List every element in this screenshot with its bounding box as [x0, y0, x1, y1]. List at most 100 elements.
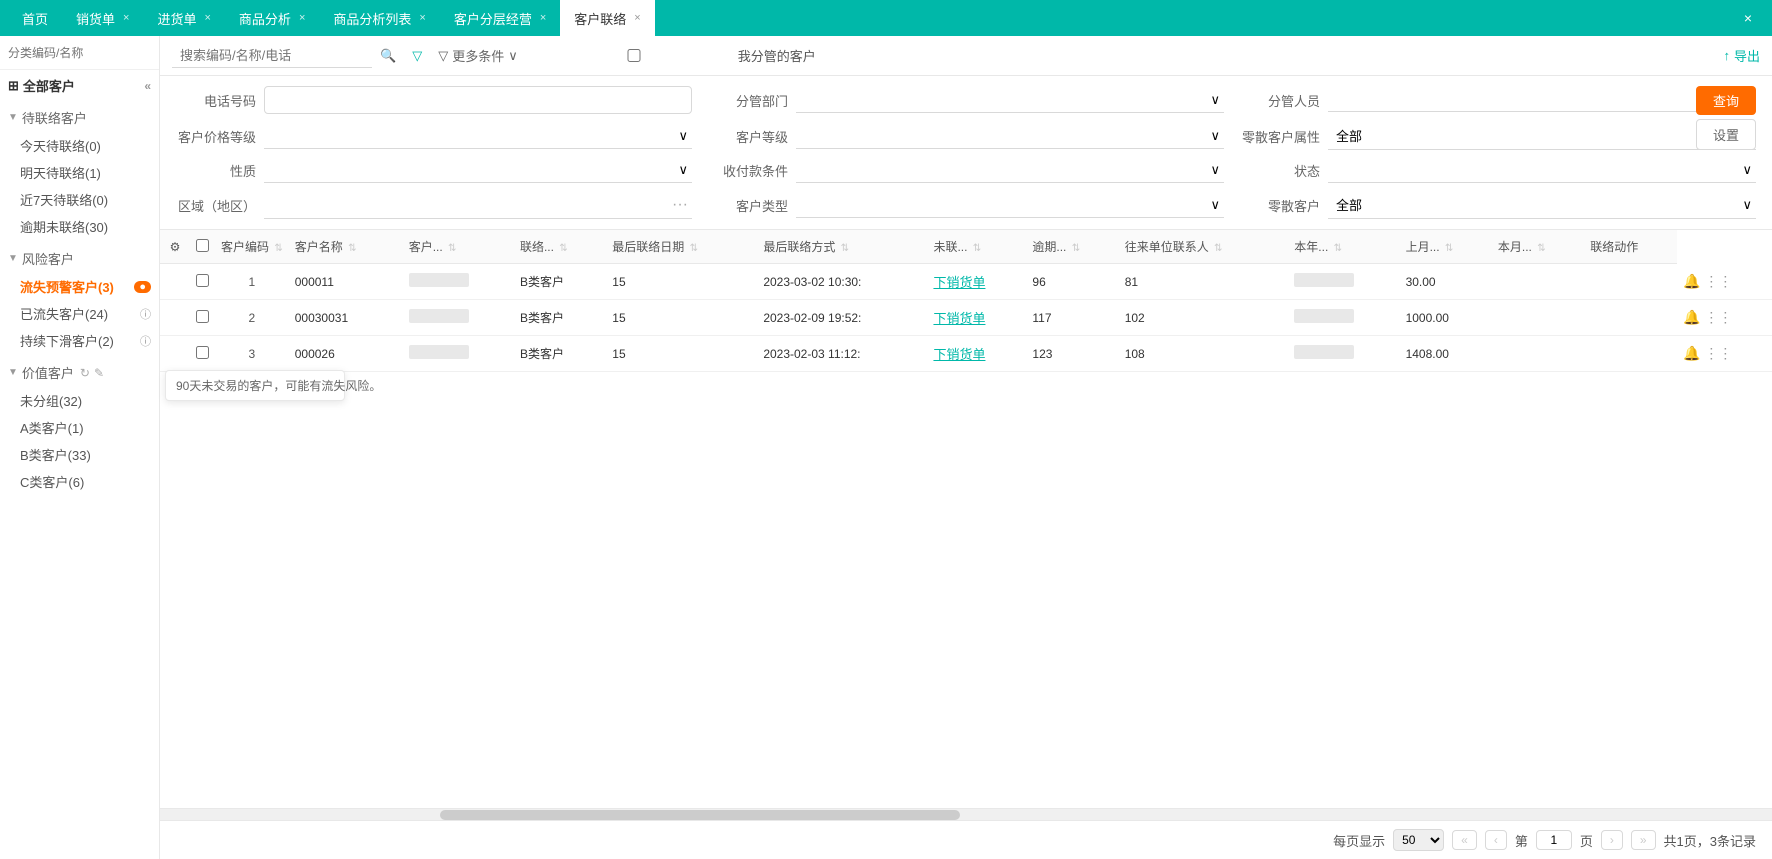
sidebar-group-pending[interactable]: ▼ 待联络客户 [0, 103, 159, 132]
export-btn[interactable]: ↑ 导出 [1723, 46, 1760, 65]
scrollbar-thumb[interactable] [440, 810, 960, 820]
row-gear[interactable] [160, 264, 190, 300]
sidebar-item-c-class[interactable]: C类客户(6) [0, 468, 159, 495]
filter-row-zero-customer: 零散客户 全部 ∨ [1240, 191, 1756, 219]
sidebar-item-a-class[interactable]: A类客户(1) [0, 414, 159, 441]
col-this-month[interactable]: 本月... ⇅ [1492, 230, 1584, 264]
row-gear[interactable] [160, 300, 190, 336]
price-level-select[interactable]: ∨ [264, 124, 692, 149]
col-code[interactable]: 客户编码 ⇅ [215, 230, 289, 264]
close-tab-purchase[interactable]: × [204, 12, 210, 24]
more-conditions-btn[interactable]: ▽ 更多条件 ∨ [430, 42, 526, 69]
nav-tab-sales[interactable]: 销货单 × [62, 0, 143, 36]
next-page-btn[interactable]: › [1601, 830, 1623, 850]
row-action[interactable]: 🔔 ⋮⋮ [1677, 264, 1772, 300]
row-action[interactable]: 🔔 ⋮⋮ [1677, 336, 1772, 372]
collapse-sidebar-btn[interactable]: « [144, 79, 151, 93]
sidebar-item-tomorrow[interactable]: 明天待联络(1) [0, 159, 159, 186]
col-this-year[interactable]: 本年... ⇅ [1288, 230, 1399, 264]
action-more-icon[interactable]: ⋮⋮ [1704, 309, 1732, 326]
nav-tab-analysis-list[interactable]: 商品分析列表 × [319, 0, 439, 36]
col-overdue[interactable]: 逾期... ⇅ [1026, 230, 1118, 264]
sidebar-item-ungrouped[interactable]: 未分组(32) [0, 387, 159, 414]
sidebar-item-churn-warning[interactable]: 流失预警客户(3) ● [0, 273, 159, 300]
action-contact-icon[interactable]: 🔔 [1683, 273, 1700, 290]
col-last-date[interactable]: 最后联络日期 ⇅ [606, 230, 757, 264]
horizontal-scrollbar[interactable] [160, 808, 1772, 820]
action-more-icon[interactable]: ⋮⋮ [1704, 273, 1732, 290]
payment-label: 收付款条件 [708, 161, 788, 180]
page-number-input[interactable] [1536, 830, 1572, 850]
action-contact-icon[interactable]: 🔔 [1683, 345, 1700, 362]
col-uncontact[interactable]: 未联... ⇅ [927, 230, 1026, 264]
sidebar-search-input[interactable] [8, 46, 160, 60]
action-buttons: 查询 设置 [1696, 86, 1756, 150]
all-customers-header[interactable]: ⊞ 全部客户 « [0, 70, 159, 101]
close-tab-sales[interactable]: × [123, 12, 129, 24]
close-tab-analysis[interactable]: × [299, 12, 305, 24]
customer-level-select[interactable]: ∨ [796, 124, 1224, 149]
action-more-icon[interactable]: ⋮⋮ [1704, 345, 1732, 362]
sidebar-item-b-class[interactable]: B类客户(33) [0, 441, 159, 468]
col-last-month[interactable]: 上月... ⇅ [1400, 230, 1492, 264]
sidebar-item-churned[interactable]: 已流失客户(24) ⓘ [0, 300, 159, 327]
status-select[interactable]: ∨ [1328, 158, 1756, 183]
col-name[interactable]: 客户名称 ⇅ [289, 230, 403, 264]
nav-tab-customer-segment[interactable]: 客户分层经营 × [440, 0, 560, 36]
sort-icon: ⇅ [973, 243, 981, 254]
row-action[interactable]: 🔔 ⋮⋮ [1677, 300, 1772, 336]
close-tab-customer-segment[interactable]: × [540, 12, 546, 24]
dept-select[interactable]: ∨ [796, 88, 1224, 113]
page-size-select[interactable]: 50 100 200 [1393, 829, 1444, 851]
person-select[interactable]: ··· [1328, 88, 1756, 112]
query-button[interactable]: 查询 [1696, 86, 1756, 115]
nav-tab-purchase[interactable]: 进货单 × [143, 0, 224, 36]
nav-tab-customer-contact[interactable]: 客户联络 × [560, 0, 654, 36]
row-gear[interactable] [160, 336, 190, 372]
settings-button[interactable]: 设置 [1696, 119, 1756, 150]
refresh-icon[interactable]: ↻ [80, 366, 90, 380]
row-checkbox[interactable] [196, 346, 209, 359]
sidebar-item-today[interactable]: 今天待联络(0) [0, 132, 159, 159]
nav-tab-home[interactable]: 首页 [8, 0, 62, 36]
row-last-way[interactable]: 下销货单 [927, 300, 1026, 336]
my-customers-checkbox-label[interactable]: 我分管的客户 [534, 46, 816, 65]
col-contact[interactable]: 联络... ⇅ [514, 230, 606, 264]
sidebar-item-week[interactable]: 近7天待联络(0) [0, 186, 159, 213]
col-person[interactable]: 往来单位联系人 ⇅ [1119, 230, 1289, 264]
sidebar-group-risk[interactable]: ▼ 风险客户 [0, 244, 159, 273]
search-input[interactable] [172, 44, 372, 68]
row-checkbox[interactable] [196, 274, 209, 287]
payment-select[interactable]: ∨ [796, 158, 1224, 183]
sidebar-item-declining[interactable]: 持续下滑客户(2) ⓘ [0, 327, 159, 354]
zero-attr-select[interactable]: 全部 ∨ [1328, 122, 1756, 150]
select-all-checkbox[interactable] [196, 239, 209, 252]
row-checkbox[interactable] [196, 310, 209, 323]
phone-input[interactable] [264, 86, 692, 114]
row-last-way[interactable]: 下销货单 [927, 336, 1026, 372]
sidebar-section-pending: ▼ 待联络客户 今天待联络(0) 明天待联络(1) 近7天待联络(0) 逾期未联… [0, 101, 159, 242]
close-all-tabs[interactable]: × [1732, 10, 1764, 26]
last-page-btn[interactable]: » [1631, 830, 1656, 850]
close-tab-analysis-list[interactable]: × [419, 12, 425, 24]
sidebar-item-overdue[interactable]: 逾期未联络(30) [0, 213, 159, 240]
nature-select[interactable]: ∨ [264, 158, 692, 183]
row-last-way[interactable]: 下销货单 [927, 264, 1026, 300]
col-type[interactable]: 客户... ⇅ [403, 230, 514, 264]
customer-type-select[interactable]: ∨ [796, 193, 1224, 218]
nav-tab-analysis[interactable]: 商品分析 × [225, 0, 319, 36]
col-gear[interactable]: ⚙ [160, 230, 190, 264]
edit-icon[interactable]: ✎ [94, 366, 104, 380]
action-contact-icon[interactable]: 🔔 [1683, 309, 1700, 326]
first-page-btn[interactable]: « [1452, 830, 1477, 850]
my-customers-checkbox[interactable] [534, 49, 734, 62]
sidebar-group-value[interactable]: ▼ 价值客户 ↻ ✎ [0, 358, 159, 387]
col-last-way[interactable]: 最后联络方式 ⇅ [757, 230, 927, 264]
filter-row-zero-attr: 零散客户属性 全部 ∨ [1240, 122, 1756, 150]
region-select[interactable]: ··· [264, 192, 692, 219]
close-tab-customer-contact[interactable]: × [634, 12, 640, 24]
prev-page-btn[interactable]: ‹ [1485, 830, 1507, 850]
search-btn-icon[interactable]: 🔍 [380, 48, 396, 64]
zero-customer-select[interactable]: 全部 ∨ [1328, 191, 1756, 219]
chevron-down-icon: ∨ [678, 128, 688, 144]
